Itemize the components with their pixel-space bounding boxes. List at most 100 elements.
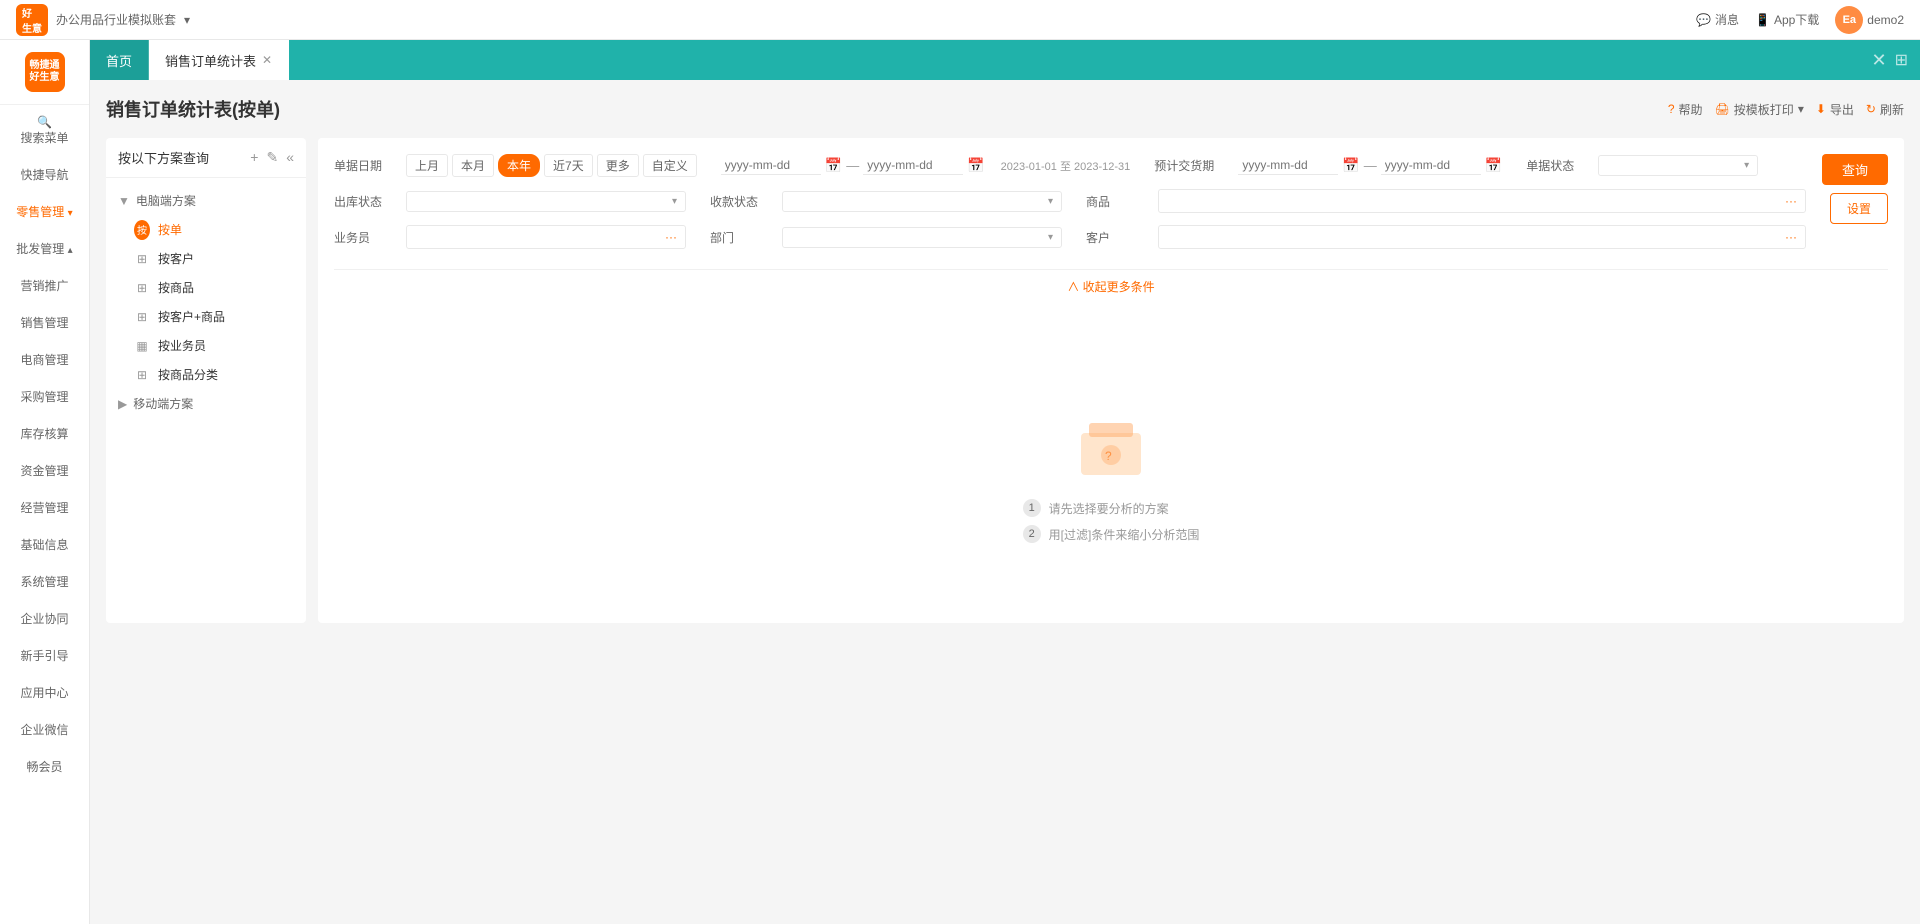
tab-home[interactable]: 首页 bbox=[90, 40, 149, 80]
plan-group-desktop: ▼ 电脑端方案 按 按单 bbox=[106, 186, 306, 389]
sidebar-item-finance[interactable]: 资金管理 bbox=[0, 452, 89, 489]
page-title: 销售订单统计表(按单) bbox=[106, 96, 280, 122]
user-profile-btn[interactable]: Ea demo2 bbox=[1835, 6, 1904, 34]
date-btn-this-year[interactable]: 本年 bbox=[498, 154, 540, 177]
sidebar-search[interactable]: 🔍 搜索菜单 bbox=[0, 105, 89, 156]
empty-step-2: 2 用[过滤]条件来缩小分析范围 bbox=[1023, 525, 1200, 543]
sidebar-item-sales[interactable]: 销售管理 bbox=[0, 304, 89, 341]
department-chevron-icon: ▾ bbox=[1048, 232, 1053, 243]
plan-item-by-product-category[interactable]: ⊞ 按商品分类 bbox=[106, 360, 306, 389]
app-download-btn[interactable]: 📱 App下载 bbox=[1755, 11, 1819, 28]
plan-item-by-customer[interactable]: ⊞ 按客户 bbox=[106, 244, 306, 273]
svg-text:?: ? bbox=[1105, 449, 1112, 463]
date-btn-more[interactable]: 更多 bbox=[597, 154, 639, 177]
sidebar-item-app-center[interactable]: 应用中心 bbox=[0, 674, 89, 711]
plan-item-by-order[interactable]: 按 按单 bbox=[106, 215, 306, 244]
plan-item-by-salesperson[interactable]: ▦ 按业务员 bbox=[106, 331, 306, 360]
sidebar-item-enterprise[interactable]: 企业协同 bbox=[0, 600, 89, 637]
tab-sales-stats[interactable]: 销售订单统计表 ✕ bbox=[149, 40, 289, 80]
department-select[interactable]: ▾ bbox=[782, 227, 1062, 248]
sidebar-item-system[interactable]: 系统管理 bbox=[0, 563, 89, 600]
sidebar-item-purchase[interactable]: 采购管理 bbox=[0, 378, 89, 415]
plan-grid-icon-2: ⊞ bbox=[134, 280, 150, 296]
query-actions: 查询 设置 bbox=[1822, 154, 1888, 224]
plan-group-mobile-header[interactable]: ▶ 移动端方案 bbox=[106, 389, 306, 418]
export-btn[interactable]: ⬇ 导出 bbox=[1816, 101, 1854, 118]
date-btn-7-days[interactable]: 近7天 bbox=[544, 154, 593, 177]
sidebar-quick-nav[interactable]: 快捷导航 bbox=[0, 156, 89, 193]
customer-label: 客户 bbox=[1086, 229, 1142, 246]
message-btn[interactable]: 💬 消息 bbox=[1696, 11, 1739, 28]
empty-step-1: 1 请先选择要分析的方案 bbox=[1023, 499, 1200, 517]
logo: 好生意 bbox=[16, 4, 48, 36]
plan-bar-icon: ▦ bbox=[134, 338, 150, 354]
refresh-icon: ↻ bbox=[1866, 102, 1876, 116]
empty-steps: 1 请先选择要分析的方案 2 用[过滤]条件来缩小分析范围 bbox=[1023, 499, 1200, 543]
message-icon: 💬 bbox=[1696, 13, 1711, 27]
date-start-input[interactable] bbox=[721, 156, 821, 175]
plan-group-mobile: ▶ 移动端方案 bbox=[106, 389, 306, 418]
query-btn[interactable]: 查询 bbox=[1822, 154, 1888, 185]
help-btn[interactable]: ? 帮助 bbox=[1668, 101, 1703, 118]
template-print-btn[interactable]: 🖨 按模板打印 ▾ bbox=[1715, 101, 1804, 118]
sidebar-item-wholesale[interactable]: 批发管理 ▴ bbox=[0, 230, 89, 267]
company-dropdown[interactable]: ▾ bbox=[184, 13, 190, 27]
page-header: 销售订单统计表(按单) ? 帮助 🖨 按模板打印 ▾ bbox=[106, 96, 1904, 122]
payment-status-select[interactable]: ▾ bbox=[782, 191, 1062, 212]
forecast-calendar-start-icon[interactable]: 📅 bbox=[1342, 157, 1359, 174]
filter-row-status: 出库状态 ▾ 收款状态 bbox=[334, 189, 1806, 213]
collapse-more-btn[interactable]: ∧ 收起更多条件 bbox=[334, 269, 1888, 303]
calendar-end-icon[interactable]: 📅 bbox=[967, 157, 984, 174]
forecast-calendar-end-icon[interactable]: 📅 bbox=[1485, 157, 1502, 174]
ship-status-label: 出库状态 bbox=[334, 193, 390, 210]
empty-illustration: ? bbox=[1061, 403, 1161, 483]
product-select[interactable]: ··· bbox=[1158, 189, 1806, 213]
refresh-btn[interactable]: ↻ 刷新 bbox=[1866, 101, 1904, 118]
date-btn-custom[interactable]: 自定义 bbox=[643, 154, 697, 177]
settings-btn[interactable]: 设置 bbox=[1830, 193, 1888, 224]
forecast-start-input[interactable] bbox=[1238, 156, 1338, 175]
date-range-text: 2023-01-01 至 2023-12-31 bbox=[1001, 158, 1131, 174]
date-label: 单据日期 bbox=[334, 157, 390, 174]
logo-icon: 好生意 bbox=[16, 4, 48, 36]
sidebar-item-newbie[interactable]: 新手引导 bbox=[0, 637, 89, 674]
plan-item-by-customer-product[interactable]: ⊞ 按客户+商品 bbox=[106, 302, 306, 331]
help-icon: ? bbox=[1668, 102, 1675, 116]
sidebar-logo-area: 畅捷通好生意 bbox=[0, 40, 89, 105]
date-btn-this-month[interactable]: 本月 bbox=[452, 154, 494, 177]
sidebar-item-marketing[interactable]: 营销推广 bbox=[0, 267, 89, 304]
add-plan-btn[interactable]: + bbox=[250, 149, 258, 166]
sidebar-item-member[interactable]: 畅会员 bbox=[0, 748, 89, 785]
date-end-input[interactable] bbox=[863, 156, 963, 175]
plan-item-by-product[interactable]: ⊞ 按商品 bbox=[106, 273, 306, 302]
tab-close-btn[interactable]: ✕ bbox=[262, 54, 272, 66]
plan-grid-icon-4: ⊞ bbox=[134, 367, 150, 383]
empty-state: ? 1 请先选择要分析的方案 2 bbox=[318, 323, 1904, 623]
ship-status-select[interactable]: ▾ bbox=[406, 191, 686, 212]
sidebar-item-basic[interactable]: 基础信息 bbox=[0, 526, 89, 563]
forecast-end-input[interactable] bbox=[1381, 156, 1481, 175]
tab-expand-btn[interactable]: ⊞ bbox=[1895, 50, 1908, 70]
salesperson-more-btn[interactable]: ··· bbox=[665, 230, 677, 244]
customer-more-btn[interactable]: ··· bbox=[1785, 230, 1797, 244]
step-2-num: 2 bbox=[1023, 525, 1041, 543]
sidebar-item-operation[interactable]: 经营管理 bbox=[0, 489, 89, 526]
sidebar-item-retail[interactable]: 零售管理 ▾ bbox=[0, 193, 89, 230]
sidebar-item-wechat[interactable]: 企业微信 bbox=[0, 711, 89, 748]
collapse-plan-btn[interactable]: « bbox=[286, 149, 294, 166]
sidebar-item-inventory[interactable]: 库存核算 bbox=[0, 415, 89, 452]
sidebar-item-ecommerce[interactable]: 电商管理 bbox=[0, 341, 89, 378]
print-dropdown-icon: ▾ bbox=[1798, 102, 1804, 116]
calendar-start-icon[interactable]: 📅 bbox=[825, 157, 842, 174]
bill-status-select[interactable]: ▾ bbox=[1598, 155, 1758, 176]
phone-icon: 📱 bbox=[1755, 13, 1770, 27]
product-more-btn[interactable]: ··· bbox=[1785, 194, 1797, 208]
edit-plan-btn[interactable]: ✎ bbox=[266, 149, 278, 166]
salesperson-select[interactable]: ··· bbox=[406, 225, 686, 249]
filter-row-person: 业务员 ··· 部门 bbox=[334, 225, 1806, 249]
customer-select[interactable]: ··· bbox=[1158, 225, 1806, 249]
date-btn-last-month[interactable]: 上月 bbox=[406, 154, 448, 177]
expand-arrow-mobile-icon: ▶ bbox=[118, 397, 127, 411]
plan-group-desktop-header[interactable]: ▼ 电脑端方案 bbox=[106, 186, 306, 215]
tab-close-window-btn[interactable]: ✕ bbox=[1872, 50, 1887, 71]
